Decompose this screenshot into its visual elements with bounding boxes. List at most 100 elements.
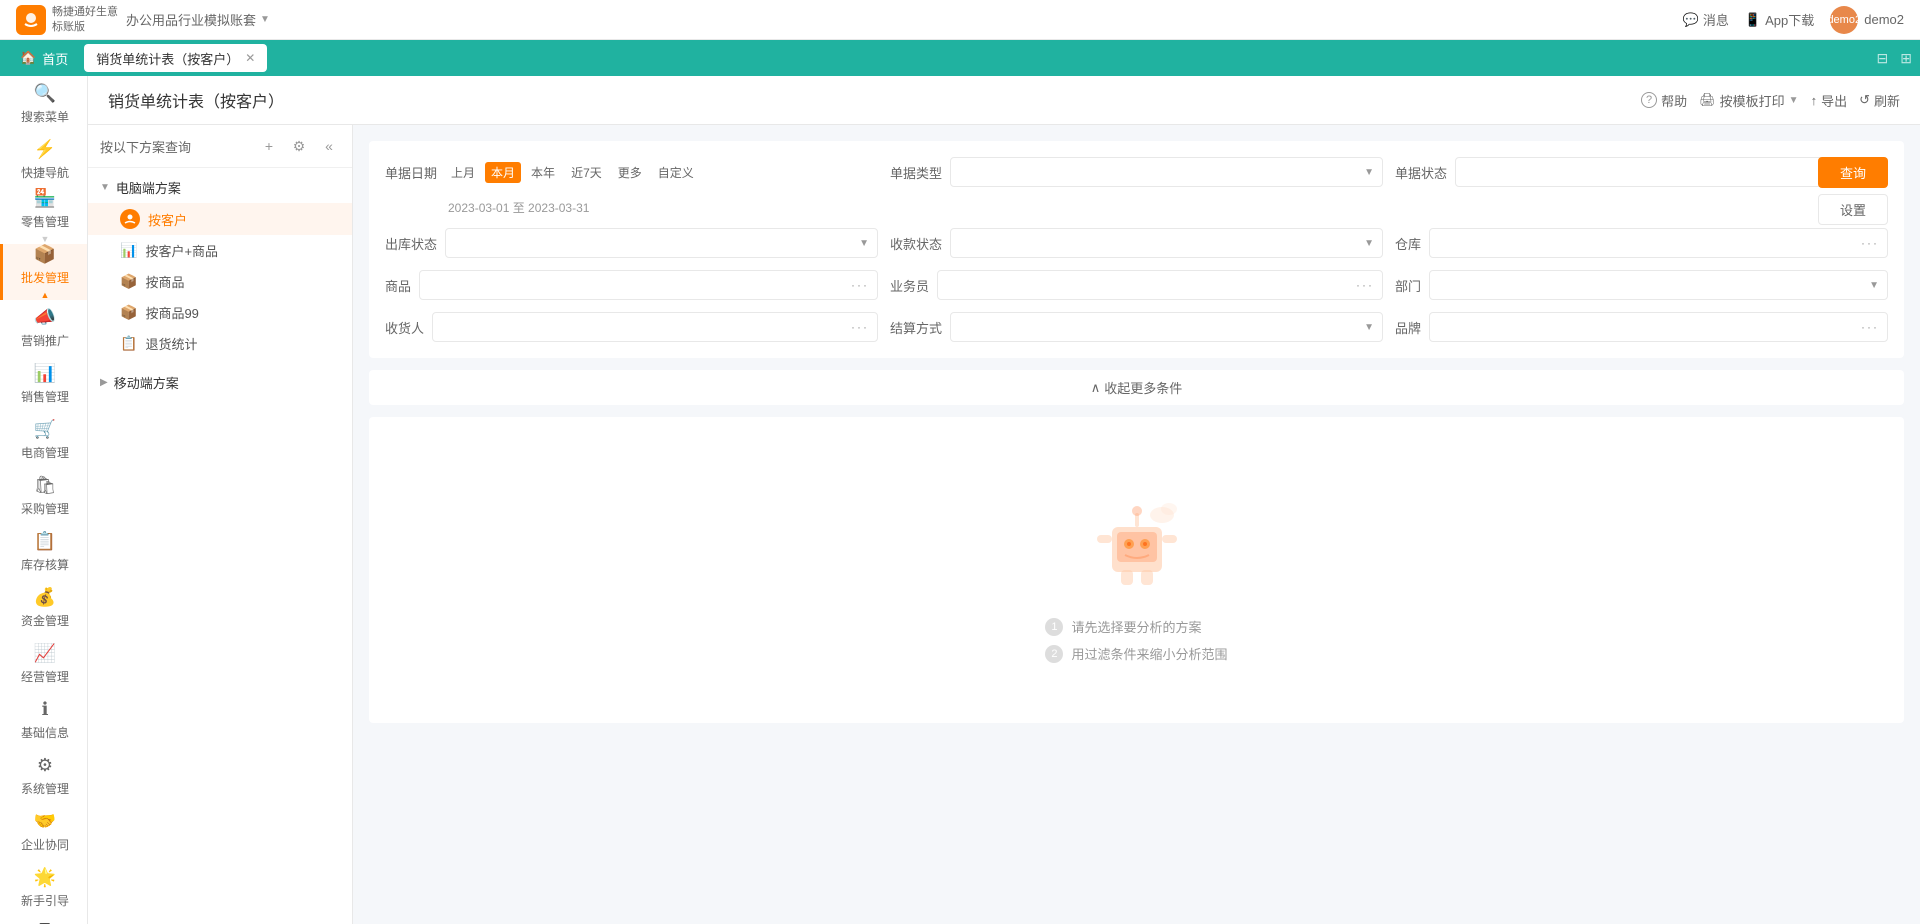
desktop-group-arrow-icon: ▼ bbox=[100, 182, 110, 193]
sidebar-item-operations[interactable]: 📈 经营管理 bbox=[0, 636, 87, 692]
scheme-group-mobile: ▶ 移动端方案 bbox=[88, 363, 352, 402]
sidebar-item-finance[interactable]: 💰 资金管理 bbox=[0, 580, 87, 636]
panel-add-button[interactable]: + bbox=[258, 135, 280, 157]
empty-tip-1: 1 请先选择要分析的方案 bbox=[1045, 617, 1227, 636]
empty-illustration bbox=[1077, 477, 1197, 597]
cooperation-icon: 🤝 bbox=[34, 811, 56, 832]
filter-row-4: 收货人 ··· 结算方式 ▼ bbox=[385, 312, 1888, 342]
sidebar-item-sales[interactable]: 📊 销售管理 bbox=[0, 356, 87, 412]
delivery-status-input[interactable]: ▼ bbox=[445, 228, 878, 258]
brand-dots-icon: ··· bbox=[1861, 320, 1879, 334]
breadcrumb-dropdown-icon[interactable]: ▼ bbox=[260, 14, 270, 25]
sidebar-item-system[interactable]: ⚙ 系统管理 bbox=[0, 748, 87, 804]
warehouse-dots-icon: ··· bbox=[1861, 236, 1879, 250]
date-last-7-days[interactable]: 近7天 bbox=[565, 162, 608, 183]
warehouse-input[interactable]: ··· bbox=[1429, 228, 1888, 258]
receipt-status-input[interactable]: ▼ bbox=[950, 228, 1383, 258]
settlement-arrow-icon: ▼ bbox=[1364, 322, 1374, 333]
scheme-group-desktop: ▼ 电脑端方案 按客户 📊 按客户+商品 📦 bbox=[88, 168, 352, 363]
logo-icon bbox=[16, 5, 46, 35]
sidebar-item-inventory[interactable]: 📋 库存核算 bbox=[0, 524, 87, 580]
refresh-button[interactable]: ↺ 刷新 bbox=[1859, 91, 1900, 110]
operations-icon: 📈 bbox=[34, 643, 56, 664]
settings-button[interactable]: 设置 bbox=[1818, 194, 1888, 225]
salesperson-input[interactable]: ··· bbox=[937, 270, 1383, 300]
tab-close-icon[interactable]: ✕ bbox=[245, 52, 255, 64]
sidebar-item-search-menu[interactable]: 🔍 搜索菜单 bbox=[0, 76, 87, 132]
goods-input[interactable]: ··· bbox=[419, 270, 878, 300]
message-icon: 💬 bbox=[1683, 12, 1699, 28]
filter-receipt: 收款状态 ▼ bbox=[890, 228, 1383, 258]
wholesale-expand-icon: ▲ bbox=[41, 290, 50, 300]
date-more[interactable]: 更多 bbox=[612, 162, 648, 183]
app-download-button[interactable]: 📱 App下载 bbox=[1745, 10, 1814, 29]
scheme-item-by-goods-99[interactable]: 📦 按商品99 bbox=[88, 297, 352, 328]
download-icon: 📱 bbox=[1745, 12, 1761, 28]
sidebar-item-basics[interactable]: ℹ 基础信息 bbox=[0, 692, 87, 748]
filter-row-2: 出库状态 ▼ 收款状态 ▼ bbox=[385, 228, 1888, 258]
query-button[interactable]: 查询 bbox=[1818, 157, 1888, 188]
tab-maximize-icon[interactable]: ⊞ bbox=[1900, 50, 1912, 67]
settlement-input[interactable]: ▼ bbox=[950, 312, 1383, 342]
avatar: demo2 bbox=[1830, 6, 1858, 34]
logo-area: 畅捷通好生意 标账版 bbox=[16, 5, 118, 35]
scheme-group-desktop-header[interactable]: ▼ 电脑端方案 bbox=[88, 172, 352, 203]
message-button[interactable]: 💬 消息 bbox=[1683, 10, 1729, 29]
sidebar-item-app-center[interactable]: 📱 应用中心 bbox=[0, 916, 87, 924]
date-last-month[interactable]: 上月 bbox=[445, 162, 481, 183]
receiver-input[interactable]: ··· bbox=[432, 312, 878, 342]
help-icon: ? bbox=[1641, 92, 1657, 108]
scheme-item-by-customer[interactable]: 按客户 bbox=[88, 203, 352, 235]
refresh-icon: ↺ bbox=[1859, 92, 1870, 108]
sidebar-item-newbie[interactable]: 🌟 新手引导 bbox=[0, 860, 87, 916]
brand-input[interactable]: ··· bbox=[1429, 312, 1888, 342]
retail-expand-icon: ▼ bbox=[41, 234, 50, 244]
date-current-month[interactable]: 本月 bbox=[485, 162, 521, 183]
help-button[interactable]: ? 帮助 bbox=[1641, 91, 1687, 110]
salesperson-dots-icon: ··· bbox=[1356, 278, 1374, 292]
system-icon: ⚙ bbox=[37, 755, 53, 776]
receipt-arrow-icon: ▼ bbox=[1364, 238, 1374, 249]
date-current-year[interactable]: 本年 bbox=[525, 162, 561, 183]
retail-icon: 🏪 bbox=[34, 188, 56, 209]
scheme-group-mobile-header[interactable]: ▶ 移动端方案 bbox=[88, 367, 352, 398]
export-button[interactable]: ↑ 导出 bbox=[1811, 91, 1848, 110]
panel-collapse-button[interactable]: « bbox=[318, 135, 340, 157]
department-input[interactable]: ▼ bbox=[1429, 270, 1888, 300]
filter-delivery: 出库状态 ▼ bbox=[385, 228, 878, 258]
scheme-item-by-goods[interactable]: 📦 按商品 bbox=[88, 266, 352, 297]
sidebar-item-retail[interactable]: 🏪 零售管理 ▼ bbox=[0, 188, 87, 244]
panel-settings-button[interactable]: ⚙ bbox=[288, 135, 310, 157]
by-customer-badge bbox=[120, 209, 140, 229]
right-panel: 单据日期 上月 本月 本年 近7天 更多 自定义 bbox=[353, 125, 1920, 924]
tab-home[interactable]: 🏠 首页 bbox=[8, 44, 80, 72]
doc-type-input[interactable]: ▼ bbox=[950, 157, 1383, 187]
sidebar: 🔍 搜索菜单 ⚡ 快捷导航 🏪 零售管理 ▼ 📦 批发管理 ▲ 📣 营销推广 📊… bbox=[0, 76, 88, 924]
sidebar-item-quick-nav[interactable]: ⚡ 快捷导航 bbox=[0, 132, 87, 188]
filter-card: 单据日期 上月 本月 本年 近7天 更多 自定义 bbox=[369, 141, 1904, 358]
tab-minimize-icon[interactable]: ⊟ bbox=[1877, 50, 1889, 67]
sidebar-item-cooperation[interactable]: 🤝 企业协同 bbox=[0, 804, 87, 860]
filter-wrapper: 单据日期 上月 本月 本年 近7天 更多 自定义 bbox=[369, 141, 1904, 358]
main-layout: 🔍 搜索菜单 ⚡ 快捷导航 🏪 零售管理 ▼ 📦 批发管理 ▲ 📣 营销推广 📊… bbox=[0, 76, 1920, 924]
date-range-row: 2023-03-01 至 2023-03-31 bbox=[385, 199, 1888, 216]
header-left: 畅捷通好生意 标账版 办公用品行业模拟账套 ▼ bbox=[16, 5, 270, 35]
tab-sales-stat[interactable]: 销货单统计表（按客户） ✕ bbox=[84, 44, 267, 72]
date-custom[interactable]: 自定义 bbox=[652, 162, 700, 183]
by-goods-99-icon: 📦 bbox=[120, 304, 137, 321]
sidebar-item-ecommerce[interactable]: 🛒 电商管理 bbox=[0, 412, 87, 468]
sidebar-item-marketing[interactable]: 📣 营销推广 bbox=[0, 300, 87, 356]
filter-row-3: 商品 ··· 业务员 ··· bbox=[385, 270, 1888, 300]
scheme-item-by-customer-goods[interactable]: 📊 按客户+商品 bbox=[88, 235, 352, 266]
user-menu[interactable]: demo2 demo2 bbox=[1830, 6, 1904, 34]
collapse-more-button[interactable]: ∧ 收起更多条件 bbox=[369, 370, 1904, 405]
sidebar-item-purchase[interactable]: 🛍 采购管理 bbox=[0, 468, 87, 524]
tab-bar: 🏠 首页 销货单统计表（按客户） ✕ ⊟ ⊞ bbox=[0, 40, 1920, 76]
sidebar-item-wholesale[interactable]: 📦 批发管理 ▲ bbox=[0, 244, 87, 300]
template-print-button[interactable]: 🖨 按模板打印 ▼ bbox=[1699, 91, 1798, 110]
filter-salesperson: 业务员 ··· bbox=[890, 270, 1383, 300]
scheme-item-return-stat[interactable]: 📋 退货统计 bbox=[88, 328, 352, 359]
filter-date: 单据日期 上月 本月 本年 近7天 更多 自定义 bbox=[385, 157, 878, 187]
top-header: 畅捷通好生意 标账版 办公用品行业模拟账套 ▼ 💬 消息 📱 App下载 dem… bbox=[0, 0, 1920, 40]
filter-settlement: 结算方式 ▼ bbox=[890, 312, 1383, 342]
